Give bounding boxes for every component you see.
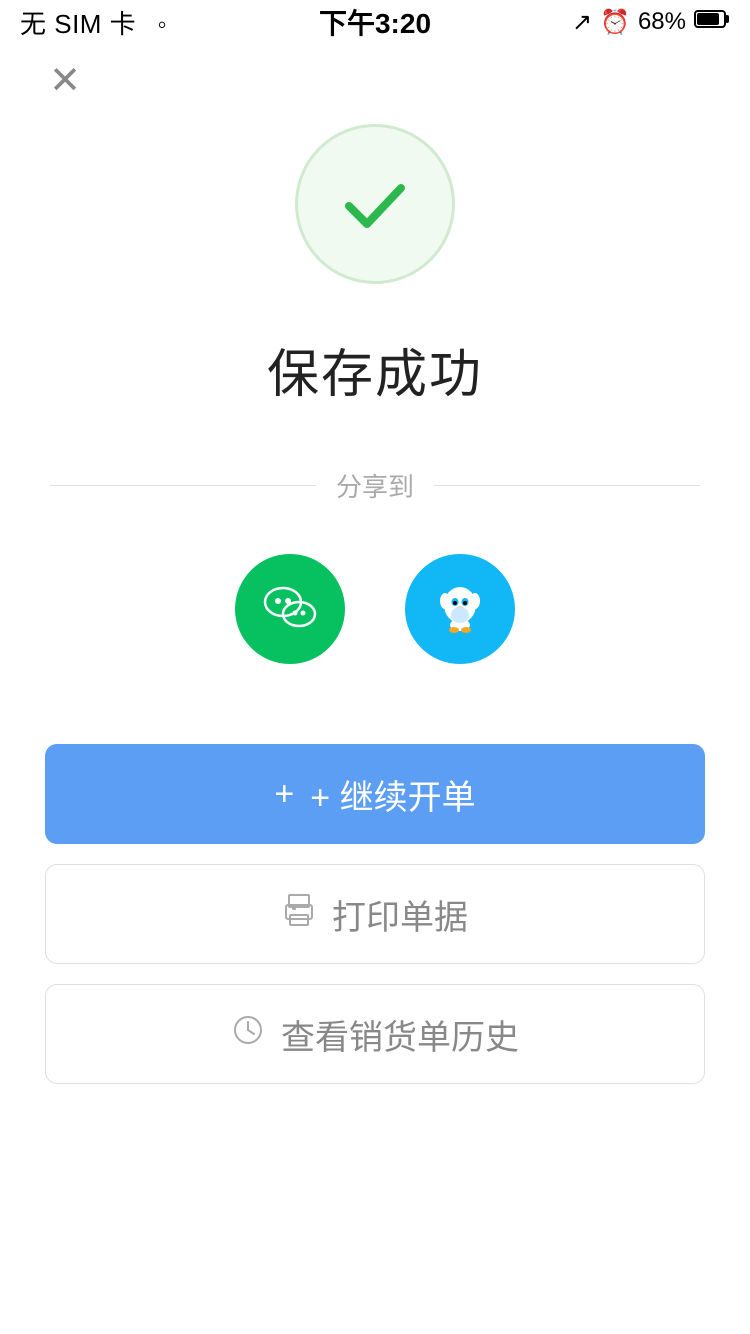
status-bar: 无 SIM 卡 ◦ 下午3:20 ↗ ⏰ 68% <box>0 0 750 44</box>
close-button[interactable]: ✕ <box>40 56 90 106</box>
status-right: ↗ ⏰ 68% <box>572 8 730 37</box>
divider-line-right <box>434 485 700 486</box>
wechat-share-button[interactable] <box>235 554 345 664</box>
share-row <box>235 554 515 664</box>
history-button[interactable]: 查看销货单历史 <box>45 984 705 1084</box>
printer-icon <box>282 893 316 936</box>
plus-icon: + <box>274 775 294 814</box>
success-circle <box>295 124 455 284</box>
action-buttons: + + 继续开单 打印单据 <box>45 744 705 1084</box>
status-time: 下午3:20 <box>319 2 431 42</box>
location-icon: ↗ <box>572 8 592 37</box>
battery-icon <box>694 8 730 36</box>
status-left: 无 SIM 卡 ◦ <box>20 4 167 41</box>
qq-icon <box>430 579 490 639</box>
continue-button[interactable]: + + 继续开单 <box>45 744 705 844</box>
history-label: 查看销货单历史 <box>281 1010 519 1059</box>
main-content: 保存成功 分享到 <box>0 44 750 1084</box>
close-icon: ✕ <box>49 62 81 100</box>
clock-icon <box>231 1013 265 1056</box>
print-button[interactable]: 打印单据 <box>45 864 705 964</box>
success-title: 保存成功 <box>267 332 483 407</box>
print-label: 打印单据 <box>332 890 468 939</box>
continue-label: + 继续开单 <box>310 770 475 819</box>
divider-line-left <box>50 485 316 486</box>
alarm-icon: ⏰ <box>600 8 630 37</box>
battery-label: 68% <box>638 8 686 36</box>
checkmark-icon <box>335 164 415 244</box>
share-divider: 分享到 <box>0 467 750 504</box>
qq-share-button[interactable] <box>405 554 515 664</box>
share-label: 分享到 <box>316 467 434 504</box>
wechat-icon <box>259 582 321 636</box>
